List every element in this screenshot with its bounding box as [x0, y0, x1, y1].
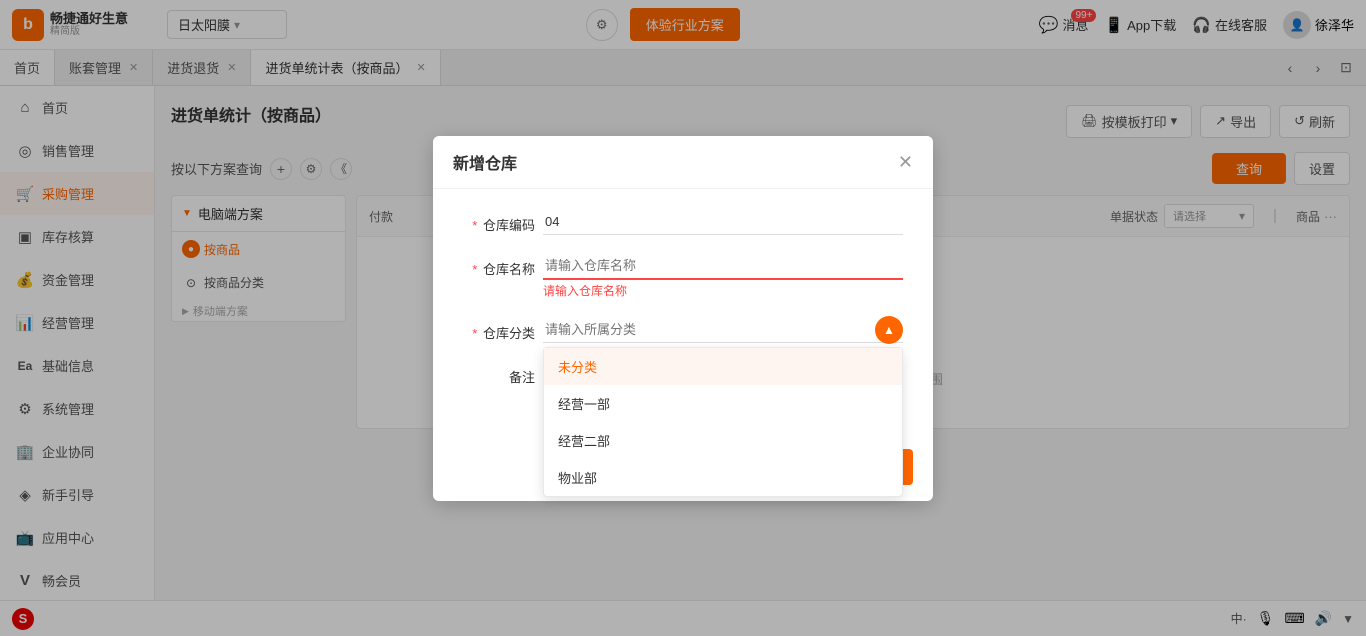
name-input-wrap: 请输入仓库名称 — [543, 253, 903, 299]
dialog-close-button[interactable]: ✕ — [898, 153, 913, 171]
code-input[interactable] — [543, 209, 903, 235]
category-input[interactable] — [543, 317, 903, 343]
code-input-wrap — [543, 209, 903, 235]
code-required: * — [472, 218, 477, 233]
name-error-msg: 请输入仓库名称 — [543, 282, 903, 299]
form-row-name: * 仓库名称 请输入仓库名称 — [463, 253, 903, 299]
form-row-code: * 仓库编码 — [463, 209, 903, 235]
category-input-wrap: ▲ 未分类 经营一部 经营二部 物业部 — [543, 317, 903, 343]
add-warehouse-dialog: 新增仓库 ✕ * 仓库编码 * 仓库名称 — [433, 136, 933, 501]
dialog-body: * 仓库编码 * 仓库名称 请输入仓库名称 — [433, 189, 933, 439]
dropdown-item-dept3[interactable]: 物业部 — [544, 459, 902, 496]
modal-overlay[interactable]: 新增仓库 ✕ * 仓库编码 * 仓库名称 — [0, 0, 1366, 636]
category-toggle-button[interactable]: ▲ — [875, 316, 903, 344]
name-required: * — [472, 262, 477, 277]
dialog-title: 新增仓库 — [453, 150, 517, 174]
dropdown-item-uncategorized[interactable]: 未分类 — [544, 348, 902, 385]
category-label: * 仓库分类 — [463, 317, 543, 342]
category-required: * — [472, 326, 477, 341]
note-label: 备注 — [463, 361, 543, 386]
dropdown-item-dept1[interactable]: 经营一部 — [544, 385, 902, 422]
dropdown-item-dept2[interactable]: 经营二部 — [544, 422, 902, 459]
code-label: * 仓库编码 — [463, 209, 543, 234]
name-label: * 仓库名称 — [463, 253, 543, 278]
dialog-header: 新增仓库 ✕ — [433, 136, 933, 189]
form-row-category: * 仓库分类 ▲ 未分类 经营一部 经营二部 — [463, 317, 903, 343]
name-input[interactable] — [543, 253, 903, 280]
category-dropdown: 未分类 经营一部 经营二部 物业部 — [543, 347, 903, 497]
